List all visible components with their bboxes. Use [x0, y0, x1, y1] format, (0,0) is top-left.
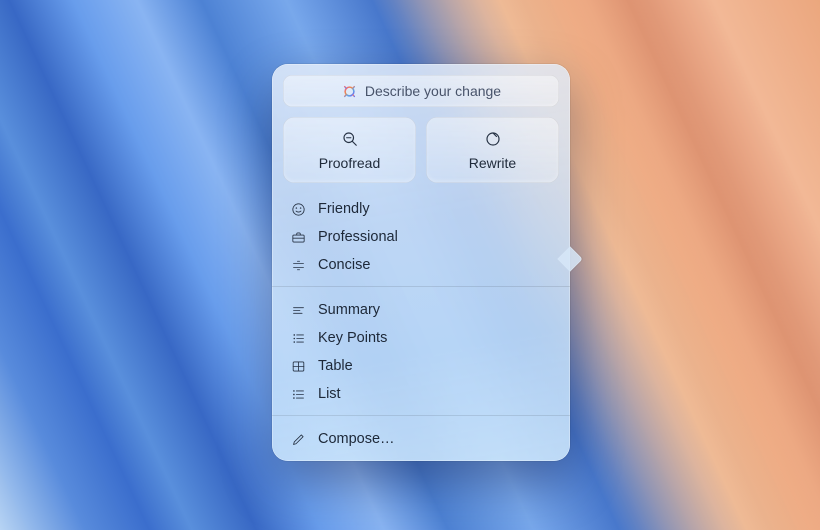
describe-change-placeholder: Describe your change [365, 83, 501, 99]
tone-professional[interactable]: Professional [283, 223, 559, 251]
tone-friendly[interactable]: Friendly [283, 195, 559, 223]
tone-friendly-label: Friendly [318, 201, 370, 217]
concise-icon [289, 257, 307, 274]
briefcase-icon [289, 229, 307, 246]
proofread-label: Proofread [319, 155, 380, 171]
writing-tools-popover: Describe your change Proofread Rewrite [272, 64, 570, 461]
describe-change-input[interactable]: Describe your change [283, 75, 559, 107]
primary-actions: Proofread Rewrite [283, 117, 559, 183]
table-icon [289, 358, 307, 375]
pencil-icon [289, 431, 307, 448]
format-list[interactable]: List [283, 380, 559, 408]
format-table-label: Table [318, 358, 353, 374]
divider [272, 415, 570, 416]
tone-concise[interactable]: Concise [283, 251, 559, 279]
tone-section: Friendly Professional Conci [283, 189, 559, 283]
smiley-icon [289, 201, 307, 218]
compose-item[interactable]: Compose… [283, 425, 559, 453]
format-keypoints[interactable]: Key Points [283, 324, 559, 352]
format-summary-label: Summary [318, 302, 380, 318]
keypoints-icon [289, 330, 307, 347]
tone-concise-label: Concise [318, 257, 370, 273]
format-summary[interactable]: Summary [283, 296, 559, 324]
magnifier-icon [340, 129, 360, 149]
format-table[interactable]: Table [283, 352, 559, 380]
format-list-label: List [318, 386, 341, 402]
format-keypoints-label: Key Points [318, 330, 387, 346]
rewrite-label: Rewrite [469, 155, 516, 171]
format-section: Summary Key Points [283, 290, 559, 412]
rewrite-button[interactable]: Rewrite [426, 117, 559, 183]
compose-label: Compose… [318, 431, 395, 447]
tone-professional-label: Professional [318, 229, 398, 245]
apple-intelligence-icon [341, 83, 358, 100]
proofread-button[interactable]: Proofread [283, 117, 416, 183]
divider [272, 286, 570, 287]
list-icon [289, 386, 307, 403]
compose-section: Compose… [283, 419, 559, 457]
summary-icon [289, 302, 307, 319]
rewrite-icon [483, 129, 503, 149]
